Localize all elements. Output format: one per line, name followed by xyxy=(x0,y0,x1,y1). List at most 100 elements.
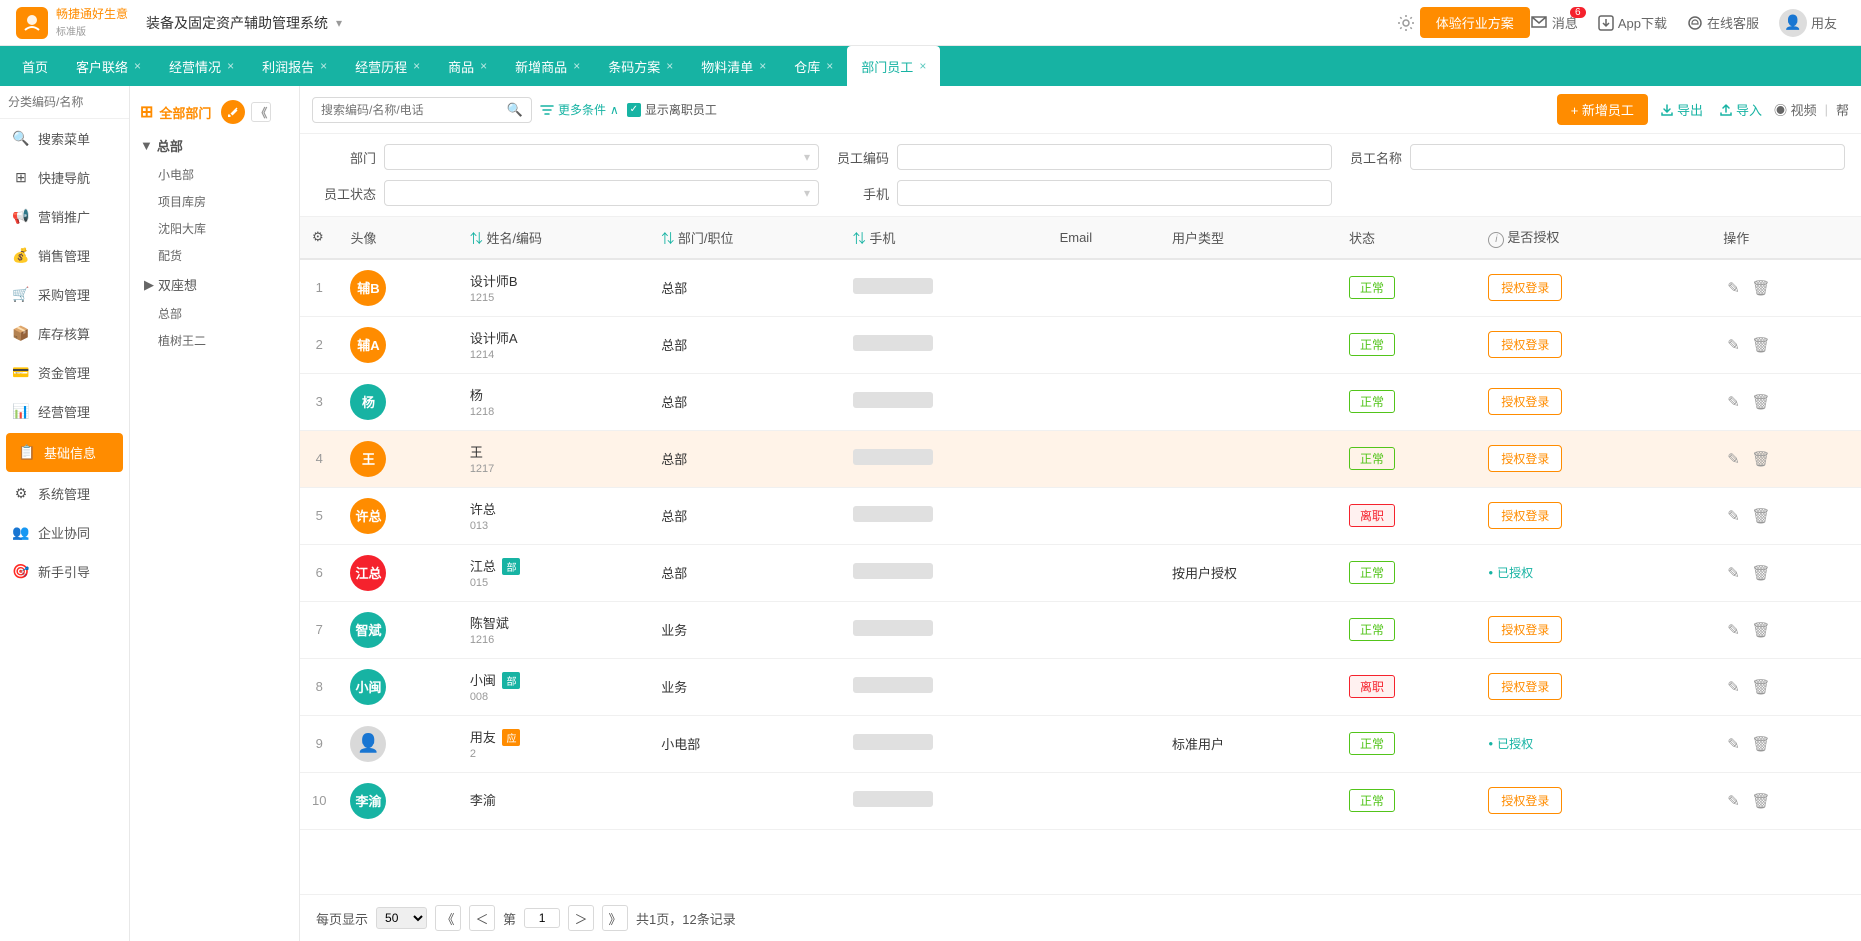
next-page-btn[interactable]: ＞ xyxy=(568,905,594,931)
delete-btn[interactable]: 🗑 xyxy=(1747,335,1774,356)
edit-btn[interactable]: ✎ xyxy=(1723,506,1744,527)
col-settings[interactable]: ⚙ xyxy=(300,217,338,259)
delete-btn[interactable]: 🗑 xyxy=(1747,791,1774,812)
sidebar-item-finance[interactable]: 💳 资金管理 xyxy=(0,353,129,392)
authorize-btn[interactable]: 授权登录 xyxy=(1488,787,1562,814)
dept-item-shenyang[interactable]: 沈阳大库 xyxy=(130,215,299,242)
dept-item-distribution[interactable]: 配货 xyxy=(130,242,299,269)
settings-button[interactable] xyxy=(1392,9,1420,37)
dept-item-root[interactable]: ▼ 总部 xyxy=(130,130,299,161)
dept-item-shuangzuo[interactable]: ▶ 双座想 xyxy=(130,269,299,300)
edit-btn[interactable]: ✎ xyxy=(1723,563,1744,584)
last-page-btn[interactable]: 》 xyxy=(602,905,628,931)
delete-btn[interactable]: 🗑 xyxy=(1747,563,1774,584)
authorize-btn[interactable]: 授权登录 xyxy=(1488,388,1562,415)
phone-filter-input[interactable] xyxy=(897,180,1332,206)
tab-barcode[interactable]: 条码方案 × xyxy=(594,46,687,86)
tab-customer[interactable]: 客户联络 × xyxy=(62,46,155,86)
authorize-btn[interactable]: 授权登录 xyxy=(1488,502,1562,529)
online-service-btn[interactable]: 在线客服 xyxy=(1687,13,1759,32)
dept-item-project[interactable]: 项目库房 xyxy=(130,188,299,215)
sidebar-item-guide[interactable]: 🎯 新手引导 xyxy=(0,552,129,591)
close-tab-operations[interactable]: × xyxy=(227,59,234,73)
current-page-input[interactable] xyxy=(524,908,560,928)
message-btn[interactable]: 消息 6 xyxy=(1530,13,1578,32)
tab-department[interactable]: 部门员工 × xyxy=(847,46,940,86)
sidebar-item-collab[interactable]: 👥 企业协同 xyxy=(0,513,129,552)
tab-warehouse[interactable]: 仓库 × xyxy=(780,46,847,86)
authorize-btn[interactable]: 授权登录 xyxy=(1488,616,1562,643)
col-phone[interactable]: ⇅ 手机 xyxy=(841,217,1048,259)
delete-btn[interactable]: 🗑 xyxy=(1747,278,1774,299)
collapse-tree-btn[interactable]: 《 xyxy=(251,102,271,122)
edit-btn[interactable]: ✎ xyxy=(1723,335,1744,356)
sidebar-item-marketing[interactable]: 📢 营销推广 xyxy=(0,197,129,236)
authorize-btn[interactable]: 授权登录 xyxy=(1488,445,1562,472)
edit-btn[interactable]: ✎ xyxy=(1723,278,1744,299)
col-name-code[interactable]: ⇅ 姓名/编码 xyxy=(458,217,649,259)
tab-goods[interactable]: 商品 × xyxy=(434,46,501,86)
authorize-btn[interactable]: 授权登录 xyxy=(1488,274,1562,301)
view-toggle-btn[interactable]: ◉ 视频 xyxy=(1774,100,1817,119)
first-page-btn[interactable]: 《 xyxy=(435,905,461,931)
close-tab-add-goods[interactable]: × xyxy=(573,59,580,73)
tab-home[interactable]: 首页 xyxy=(8,46,62,86)
dept-filter-select[interactable]: ▾ xyxy=(384,144,819,170)
import-btn[interactable]: 导入 xyxy=(1715,96,1766,123)
sidebar-item-basics[interactable]: 📋 基础信息 xyxy=(6,433,123,472)
tab-profit[interactable]: 利润报告 × xyxy=(248,46,341,86)
dept-item-zhushu[interactable]: 植树王二 xyxy=(130,327,299,354)
more-filter-btn[interactable]: 更多条件 ∧ xyxy=(540,101,619,118)
edit-btn[interactable]: ✎ xyxy=(1723,620,1744,641)
tab-history[interactable]: 经营历程 × xyxy=(341,46,434,86)
sidebar-item-purchase[interactable]: 🛒 采购管理 xyxy=(0,275,129,314)
experience-btn[interactable]: 体验行业方案 xyxy=(1420,7,1530,38)
export-btn[interactable]: 导出 xyxy=(1656,96,1707,123)
app-download-btn[interactable]: App下载 xyxy=(1598,13,1667,32)
status-filter-select[interactable]: ▾ xyxy=(384,180,819,206)
close-tab-history[interactable]: × xyxy=(413,59,420,73)
edit-btn[interactable]: ✎ xyxy=(1723,734,1744,755)
tab-operations[interactable]: 经营情况 × xyxy=(155,46,248,86)
close-tab-customer[interactable]: × xyxy=(134,59,141,73)
close-tab-profit[interactable]: × xyxy=(320,59,327,73)
dept-tree-edit-btn[interactable] xyxy=(221,100,245,124)
close-tab-warehouse[interactable]: × xyxy=(826,59,833,73)
sidebar-search-input[interactable] xyxy=(8,95,130,109)
close-tab-bom[interactable]: × xyxy=(759,59,766,73)
delete-btn[interactable]: 🗑 xyxy=(1747,677,1774,698)
close-tab-department[interactable]: × xyxy=(919,59,926,73)
delete-btn[interactable]: 🗑 xyxy=(1747,506,1774,527)
delete-btn[interactable]: 🗑 xyxy=(1747,620,1774,641)
delete-btn[interactable]: 🗑 xyxy=(1747,734,1774,755)
user-area[interactable]: 👤 用友 xyxy=(1779,9,1837,37)
edit-btn[interactable]: ✎ xyxy=(1723,791,1744,812)
search-input[interactable] xyxy=(321,103,501,117)
help-btn[interactable]: 帮 xyxy=(1836,100,1849,119)
close-tab-goods[interactable]: × xyxy=(480,59,487,73)
add-employee-btn[interactable]: + 新增员工 xyxy=(1557,94,1648,125)
authorize-btn[interactable]: 授权登录 xyxy=(1488,673,1562,700)
close-tab-barcode[interactable]: × xyxy=(666,59,673,73)
employee-code-input[interactable] xyxy=(897,144,1332,170)
dropdown-arrow-icon[interactable]: ▾ xyxy=(336,16,342,30)
dept-item-xiaodibu[interactable]: 小电部 xyxy=(130,161,299,188)
delete-btn[interactable]: 🗑 xyxy=(1747,449,1774,470)
tab-add-goods[interactable]: 新增商品 × xyxy=(501,46,594,86)
sidebar-item-inventory[interactable]: 📦 库存核算 xyxy=(0,314,129,353)
delete-btn[interactable]: 🗑 xyxy=(1747,392,1774,413)
edit-btn[interactable]: ✎ xyxy=(1723,449,1744,470)
edit-btn[interactable]: ✎ xyxy=(1723,677,1744,698)
sidebar-item-system[interactable]: ⚙ 系统管理 xyxy=(0,474,129,513)
sidebar-item-operations[interactable]: 📊 经营管理 xyxy=(0,392,129,431)
col-dept-pos[interactable]: ⇅ 部门/职位 xyxy=(649,217,840,259)
page-size-select[interactable]: 50 100 200 xyxy=(376,907,427,929)
show-resigned-toggle[interactable]: ✓ 显示离职员工 xyxy=(627,101,717,118)
dept-item-zongbu[interactable]: 总部 xyxy=(130,300,299,327)
edit-btn[interactable]: ✎ xyxy=(1723,392,1744,413)
tab-bom[interactable]: 物料清单 × xyxy=(687,46,780,86)
sidebar-item-sales[interactable]: 💰 销售管理 xyxy=(0,236,129,275)
authorize-btn[interactable]: 授权登录 xyxy=(1488,331,1562,358)
employee-name-input[interactable] xyxy=(1410,144,1845,170)
prev-page-btn[interactable]: ＜ xyxy=(469,905,495,931)
